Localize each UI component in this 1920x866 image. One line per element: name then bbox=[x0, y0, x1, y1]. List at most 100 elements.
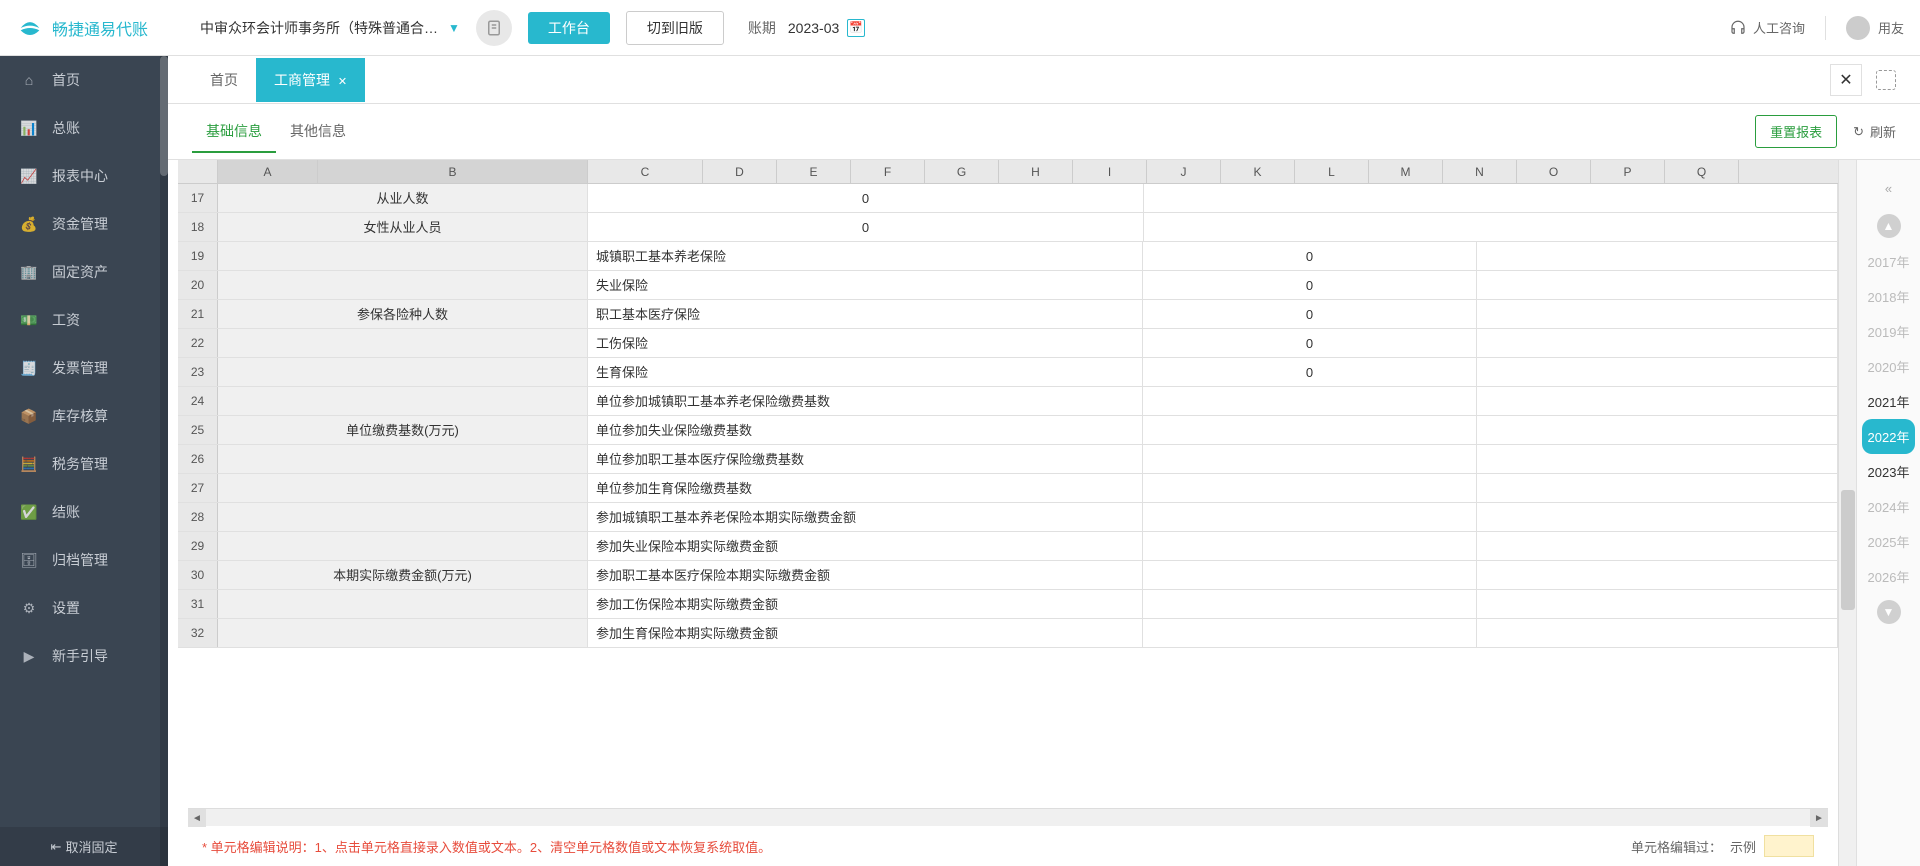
sidebar-item-11[interactable]: ⚙设置 bbox=[0, 584, 168, 632]
collapse-icon[interactable]: « bbox=[1879, 168, 1899, 208]
row-header[interactable]: 30 bbox=[178, 561, 218, 589]
row-header[interactable]: 26 bbox=[178, 445, 218, 473]
sidebar-item-1[interactable]: 📊总账 bbox=[0, 104, 168, 152]
cell-value[interactable] bbox=[1143, 445, 1477, 473]
sidebar-scrollbar[interactable] bbox=[160, 56, 168, 866]
row-header[interactable]: 21 bbox=[178, 300, 218, 328]
row-sublabel[interactable]: 生育保险 bbox=[588, 358, 1143, 386]
sidebar-item-2[interactable]: 📈报表中心 bbox=[0, 152, 168, 200]
sidebar-item-6[interactable]: 🧾发票管理 bbox=[0, 344, 168, 392]
calendar-icon[interactable]: 📅 bbox=[847, 19, 865, 37]
col-header-O[interactable]: O bbox=[1517, 160, 1591, 183]
row-group-label[interactable] bbox=[218, 358, 588, 386]
subtab-other-info[interactable]: 其他信息 bbox=[276, 111, 360, 153]
row-sublabel[interactable]: 参加城镇职工基本养老保险本期实际缴费金额 bbox=[588, 503, 1143, 531]
cell-value[interactable]: 0 bbox=[1143, 358, 1477, 386]
workbench-button[interactable]: 工作台 bbox=[528, 12, 610, 44]
cell-value[interactable]: 0 bbox=[588, 213, 1144, 241]
year-down-icon[interactable]: ▼ bbox=[1877, 600, 1901, 624]
cell-value[interactable] bbox=[1143, 532, 1477, 560]
sidebar-item-4[interactable]: 🏢固定资产 bbox=[0, 248, 168, 296]
cell-value[interactable] bbox=[1143, 561, 1477, 589]
col-header-P[interactable]: P bbox=[1591, 160, 1665, 183]
tab-business-admin[interactable]: 工商管理 ✕ bbox=[256, 58, 365, 102]
row-header[interactable]: 29 bbox=[178, 532, 218, 560]
row-sublabel[interactable]: 参加生育保险本期实际缴费金额 bbox=[588, 619, 1143, 647]
subtab-basic-info[interactable]: 基础信息 bbox=[192, 111, 276, 153]
fullscreen-icon[interactable] bbox=[1876, 70, 1896, 90]
cell-value[interactable] bbox=[1143, 416, 1477, 444]
row-group-label[interactable] bbox=[218, 445, 588, 473]
col-header-D[interactable]: D bbox=[703, 160, 777, 183]
row-sublabel[interactable]: 失业保险 bbox=[588, 271, 1143, 299]
cell-value[interactable]: 0 bbox=[588, 184, 1144, 212]
row-sublabel[interactable]: 单位参加城镇职工基本养老保险缴费基数 bbox=[588, 387, 1143, 415]
year-up-icon[interactable]: ▲ bbox=[1877, 214, 1901, 238]
row-sublabel[interactable]: 参加失业保险本期实际缴费金额 bbox=[588, 532, 1143, 560]
cell-value[interactable]: 0 bbox=[1143, 329, 1477, 357]
row-header[interactable]: 28 bbox=[178, 503, 218, 531]
row-group-label[interactable]: 本期实际缴费金额(万元) bbox=[218, 561, 588, 589]
period-value[interactable]: 2023-03 bbox=[788, 20, 839, 36]
row-sublabel[interactable]: 参加工伤保险本期实际缴费金额 bbox=[588, 590, 1143, 618]
sidebar-item-5[interactable]: 💵工资 bbox=[0, 296, 168, 344]
row-header[interactable]: 17 bbox=[178, 184, 218, 212]
col-header-Q[interactable]: Q bbox=[1665, 160, 1739, 183]
cell-value[interactable] bbox=[1143, 474, 1477, 502]
row-sublabel[interactable]: 单位参加职工基本医疗保险缴费基数 bbox=[588, 445, 1143, 473]
row-header[interactable]: 18 bbox=[178, 213, 218, 241]
cell-value[interactable] bbox=[1143, 590, 1477, 618]
cell-value[interactable]: 0 bbox=[1143, 300, 1477, 328]
row-header[interactable]: 25 bbox=[178, 416, 218, 444]
row-header[interactable]: 32 bbox=[178, 619, 218, 647]
col-header-I[interactable]: I bbox=[1073, 160, 1147, 183]
sidebar-item-7[interactable]: 📦库存核算 bbox=[0, 392, 168, 440]
row-group-label[interactable] bbox=[218, 590, 588, 618]
row-label[interactable]: 从业人数 bbox=[218, 184, 588, 212]
row-header[interactable]: 24 bbox=[178, 387, 218, 415]
row-group-label[interactable] bbox=[218, 271, 588, 299]
row-sublabel[interactable]: 职工基本医疗保险 bbox=[588, 300, 1143, 328]
row-group-label[interactable] bbox=[218, 532, 588, 560]
row-group-label[interactable] bbox=[218, 474, 588, 502]
document-icon[interactable] bbox=[476, 10, 512, 46]
corner-cell[interactable] bbox=[178, 160, 218, 183]
col-header-E[interactable]: E bbox=[777, 160, 851, 183]
sidebar-item-0[interactable]: ⌂首页 bbox=[0, 56, 168, 104]
sidebar-item-3[interactable]: 💰资金管理 bbox=[0, 200, 168, 248]
spreadsheet[interactable]: ABCDEFGHIJKLMNOPQ 17从业人数018女性从业人员019城镇职工… bbox=[178, 160, 1838, 866]
cell-value[interactable] bbox=[1143, 503, 1477, 531]
scroll-left-icon[interactable]: ◄ bbox=[188, 809, 206, 827]
row-sublabel[interactable]: 工伤保险 bbox=[588, 329, 1143, 357]
row-group-label[interactable] bbox=[218, 242, 588, 270]
row-group-label[interactable]: 单位缴费基数(万元) bbox=[218, 416, 588, 444]
row-header[interactable]: 20 bbox=[178, 271, 218, 299]
col-header-B[interactable]: B bbox=[318, 160, 588, 183]
row-header[interactable]: 23 bbox=[178, 358, 218, 386]
col-header-C[interactable]: C bbox=[588, 160, 703, 183]
row-sublabel[interactable]: 单位参加失业保险缴费基数 bbox=[588, 416, 1143, 444]
vertical-scrollbar[interactable] bbox=[1838, 160, 1856, 866]
cell-value[interactable]: 0 bbox=[1143, 271, 1477, 299]
row-header[interactable]: 27 bbox=[178, 474, 218, 502]
sidebar-item-10[interactable]: 🗄归档管理 bbox=[0, 536, 168, 584]
row-header[interactable]: 22 bbox=[178, 329, 218, 357]
row-group-label[interactable] bbox=[218, 619, 588, 647]
col-header-G[interactable]: G bbox=[925, 160, 999, 183]
cell-value[interactable] bbox=[1143, 619, 1477, 647]
row-group-label[interactable] bbox=[218, 387, 588, 415]
horizontal-scrollbar[interactable]: ◄ ► bbox=[188, 808, 1828, 826]
support-link[interactable]: 人工咨询 bbox=[1729, 18, 1805, 37]
col-header-A[interactable]: A bbox=[218, 160, 318, 183]
old-version-button[interactable]: 切到旧版 bbox=[626, 11, 724, 45]
tab-home[interactable]: 首页 bbox=[192, 58, 256, 102]
col-header-K[interactable]: K bbox=[1221, 160, 1295, 183]
col-header-L[interactable]: L bbox=[1295, 160, 1369, 183]
col-header-J[interactable]: J bbox=[1147, 160, 1221, 183]
row-label[interactable]: 女性从业人员 bbox=[218, 213, 588, 241]
col-header-H[interactable]: H bbox=[999, 160, 1073, 183]
row-header[interactable]: 19 bbox=[178, 242, 218, 270]
col-header-F[interactable]: F bbox=[851, 160, 925, 183]
scroll-right-icon[interactable]: ► bbox=[1810, 809, 1828, 827]
row-header[interactable]: 31 bbox=[178, 590, 218, 618]
